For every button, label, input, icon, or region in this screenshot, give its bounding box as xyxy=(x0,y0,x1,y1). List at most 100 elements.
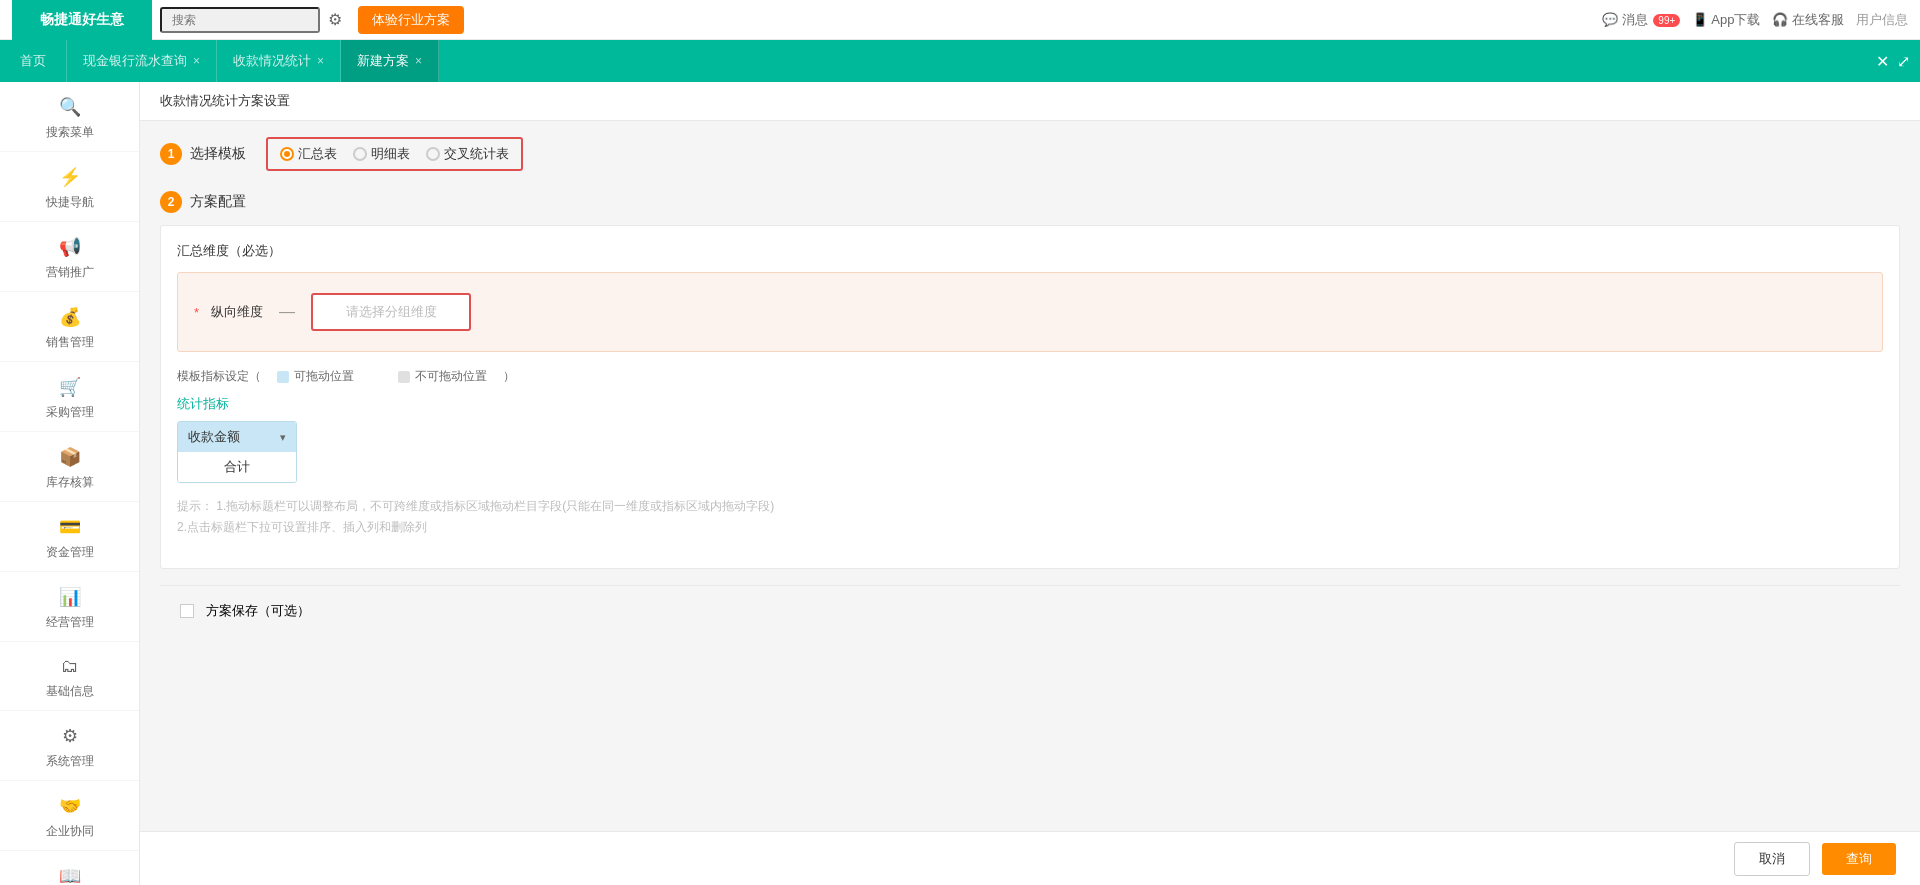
settings-icon[interactable]: ⚙ xyxy=(328,10,342,29)
tab-collection-label: 收款情况统计 xyxy=(233,52,311,70)
tab-window-close-icon[interactable]: ✕ xyxy=(1876,52,1889,71)
tab-window-expand-icon[interactable]: ⤢ xyxy=(1897,52,1910,71)
system-icon: ⚙ xyxy=(62,725,78,747)
tab-cashflow-label: 现金银行流水查询 xyxy=(83,52,187,70)
metrics-header-label: 收款金额 xyxy=(188,428,240,446)
sidebar-item-guide[interactable]: 📖 新手引导 xyxy=(0,851,139,885)
dim-sub-label: 汇总维度（必选） xyxy=(177,242,1883,260)
sidebar-item-inventory-label: 库存核算 xyxy=(46,474,94,491)
topbar-icons: 💬 消息 99+ 📱 App下载 🎧 在线客服 用户信息 xyxy=(1602,11,1908,29)
dim-placeholder: 请选择分组维度 xyxy=(346,304,437,319)
sidebar-item-quicknav-label: 快捷导航 xyxy=(46,194,94,211)
legend-fixed: 不可拖动位置 xyxy=(398,368,487,385)
save-checkbox[interactable] xyxy=(180,604,194,618)
metrics-legend: 模板指标设定（ 可拖动位置 不可拖动位置 ） xyxy=(177,368,1883,385)
tab-newplan-label: 新建方案 xyxy=(357,52,409,70)
bottom-actions: 取消 查询 xyxy=(140,831,1920,885)
brand-name: 畅捷通好生意 xyxy=(40,11,124,29)
tab-collection[interactable]: 收款情况统计 × xyxy=(217,40,341,82)
radio-cross[interactable]: 交叉统计表 xyxy=(426,145,509,163)
sidebar-item-system[interactable]: ⚙ 系统管理 xyxy=(0,711,139,781)
radio-detail[interactable]: 明细表 xyxy=(353,145,410,163)
sidebar-item-marketing[interactable]: 📢 营销推广 xyxy=(0,222,139,292)
metrics-header-row[interactable]: 收款金额 ▾ xyxy=(178,422,296,452)
guide-icon: 📖 xyxy=(59,865,81,885)
sidebar-item-sales-label: 销售管理 xyxy=(46,334,94,351)
sidebar-item-sales[interactable]: 💰 销售管理 xyxy=(0,292,139,362)
tab-cashflow[interactable]: 现金银行流水查询 × xyxy=(67,40,217,82)
sidebar-item-finance[interactable]: 💳 资金管理 xyxy=(0,502,139,572)
sidebar-item-quicknav[interactable]: ⚡ 快捷导航 xyxy=(0,152,139,222)
metrics-legend-close: ） xyxy=(503,368,515,385)
sidebar: 🔍 搜索菜单 ⚡ 快捷导航 📢 营销推广 💰 销售管理 🛒 采购管理 📦 库存核… xyxy=(0,82,140,885)
service-label[interactable]: 🎧 在线客服 xyxy=(1772,11,1844,29)
section2-row: 2 方案配置 xyxy=(160,191,1900,213)
sidebar-item-marketing-label: 营销推广 xyxy=(46,264,94,281)
form-area: 1 选择模板 汇总表 明细表 交叉统计表 xyxy=(140,121,1920,831)
required-marker: * xyxy=(194,305,199,320)
content-area: 收款情况统计方案设置 1 选择模板 汇总表 明细表 xyxy=(140,82,1920,885)
sidebar-item-management[interactable]: 📊 经营管理 xyxy=(0,572,139,642)
download-label[interactable]: 📱 App下载 xyxy=(1692,11,1760,29)
message-label[interactable]: 💬 消息 99+ xyxy=(1602,11,1680,29)
tab-collection-close[interactable]: × xyxy=(317,54,324,68)
sidebar-item-purchase-label: 采购管理 xyxy=(46,404,94,421)
tab-newplan-close[interactable]: × xyxy=(415,54,422,68)
radio-detail-label: 明细表 xyxy=(371,145,410,163)
trial-button[interactable]: 体验行业方案 xyxy=(358,6,464,34)
metrics-section-label: 统计指标 xyxy=(177,395,1883,413)
query-button[interactable]: 查询 xyxy=(1822,843,1896,875)
section2-label: 方案配置 xyxy=(190,193,246,211)
user-info[interactable]: 用户信息 xyxy=(1856,11,1908,29)
sidebar-item-system-label: 系统管理 xyxy=(46,753,94,770)
quicknav-icon: ⚡ xyxy=(59,166,81,188)
tab-bar: 首页 现金银行流水查询 × 收款情况统计 × 新建方案 × ✕ ⤢ xyxy=(0,40,1920,82)
config-section: 汇总维度（必选） * 纵向维度 — 请选择分组维度 模板指标设定（ xyxy=(160,225,1900,569)
section2-num: 2 xyxy=(160,191,182,213)
radio-summary-label: 汇总表 xyxy=(298,145,337,163)
dim-select-box[interactable]: 请选择分组维度 xyxy=(311,293,471,331)
page-title: 收款情况统计方案设置 xyxy=(140,82,1920,121)
dimension-area: * 纵向维度 — 请选择分组维度 xyxy=(177,272,1883,352)
basic-icon: 🗂 xyxy=(61,656,79,677)
tabbar-right-controls: ✕ ⤢ xyxy=(1876,52,1920,71)
cancel-button[interactable]: 取消 xyxy=(1734,842,1810,876)
radio-summary[interactable]: 汇总表 xyxy=(280,145,337,163)
tab-newplan[interactable]: 新建方案 × xyxy=(341,40,439,82)
radio-summary-dot xyxy=(280,147,294,161)
sidebar-item-collab-label: 企业协同 xyxy=(46,823,94,840)
sidebar-item-basic[interactable]: 🗂 基础信息 xyxy=(0,642,139,711)
sidebar-item-management-label: 经营管理 xyxy=(46,614,94,631)
marketing-icon: 📢 xyxy=(59,236,81,258)
management-icon: 📊 xyxy=(59,586,81,608)
sidebar-item-collab[interactable]: 🤝 企业协同 xyxy=(0,781,139,851)
search-input[interactable] xyxy=(160,7,320,33)
sales-icon: 💰 xyxy=(59,306,81,328)
metrics-table: 收款金额 ▾ 合计 xyxy=(177,421,297,483)
collab-icon: 🤝 xyxy=(59,795,81,817)
dimension-row: * 纵向维度 — 请选择分组维度 xyxy=(194,293,1866,331)
message-badge: 99+ xyxy=(1653,14,1680,27)
dim-label: 纵向维度 xyxy=(211,303,263,321)
section1-label: 选择模板 xyxy=(190,145,246,163)
sidebar-item-inventory[interactable]: 📦 库存核算 xyxy=(0,432,139,502)
legend-movable: 可拖动位置 xyxy=(277,368,354,385)
radio-cross-dot xyxy=(426,147,440,161)
sidebar-item-search-label: 搜索菜单 xyxy=(46,124,94,141)
finance-icon: 💳 xyxy=(59,516,81,538)
purchase-icon: 🛒 xyxy=(59,376,81,398)
sidebar-item-purchase[interactable]: 🛒 采购管理 xyxy=(0,362,139,432)
movable-dot xyxy=(277,371,289,383)
chevron-down-icon[interactable]: ▾ xyxy=(280,431,286,444)
template-radio-group: 汇总表 明细表 交叉统计表 xyxy=(266,137,523,171)
footer-bar: 方案保存（可选） xyxy=(160,585,1900,635)
sidebar-item-basic-label: 基础信息 xyxy=(46,683,94,700)
sidebar-item-finance-label: 资金管理 xyxy=(46,544,94,561)
main-layout: 🔍 搜索菜单 ⚡ 快捷导航 📢 营销推广 💰 销售管理 🛒 采购管理 📦 库存核… xyxy=(0,82,1920,885)
tab-cashflow-close[interactable]: × xyxy=(193,54,200,68)
section1-num: 1 xyxy=(160,143,182,165)
tab-home[interactable]: 首页 xyxy=(0,40,67,82)
metrics-cell-total: 合计 xyxy=(178,452,296,482)
save-label: 方案保存（可选） xyxy=(206,602,310,620)
sidebar-item-search[interactable]: 🔍 搜索菜单 xyxy=(0,82,139,152)
